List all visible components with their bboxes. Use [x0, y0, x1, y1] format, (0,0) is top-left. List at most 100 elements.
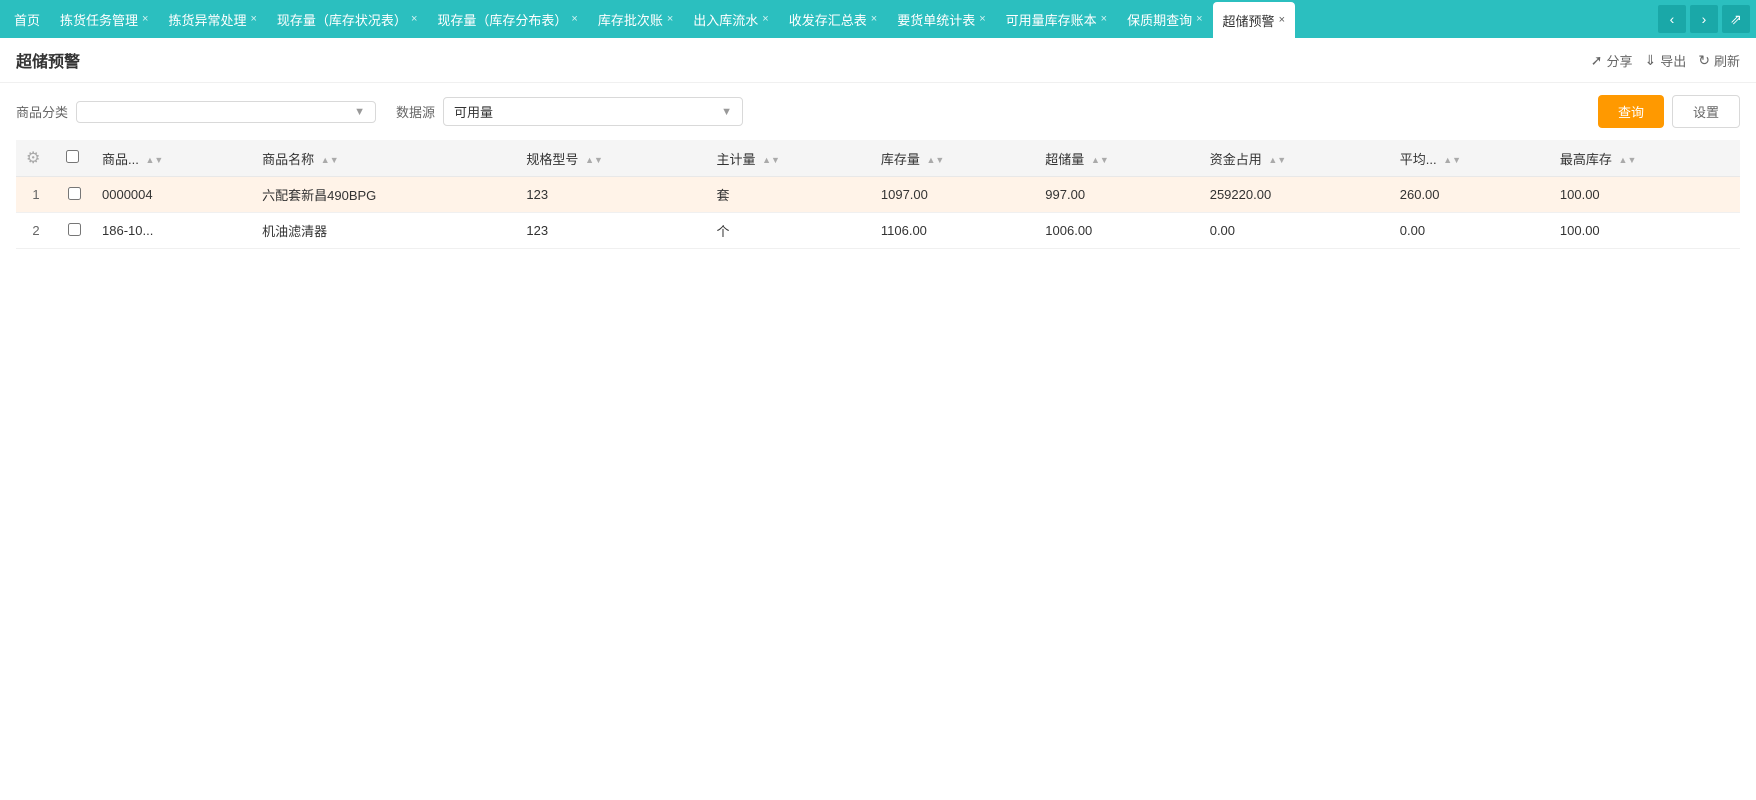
row-checkbox-cell	[56, 177, 92, 213]
share-icon: ➚	[1591, 52, 1603, 69]
row-max-stock: 100.00	[1550, 213, 1740, 249]
col-gear: ⚙	[16, 140, 56, 177]
nav-close-stock-dist[interactable]: ×	[571, 13, 577, 25]
refresh-icon: ↻	[1698, 52, 1710, 69]
nav-close-overstock[interactable]: ×	[1279, 14, 1285, 26]
row-avg: 0.00	[1390, 213, 1550, 249]
col-capital[interactable]: 资金占用 ▲▼	[1200, 140, 1390, 177]
row-product-name: 机油滤清器	[252, 213, 516, 249]
nav-close-stock-status[interactable]: ×	[411, 13, 417, 25]
nav-item-available[interactable]: 可用量库存账本 ×	[996, 0, 1117, 38]
sort-icon-avg: ▲▼	[1443, 156, 1461, 165]
main-table: ⚙ 商品... ▲▼ 商品名称 ▲▼ 规格型号 ▲▼ 主计	[16, 140, 1740, 249]
col-stock[interactable]: 库存量 ▲▼	[871, 140, 1035, 177]
row-product-code: 0000004	[92, 177, 252, 213]
sort-icon-spec: ▲▼	[585, 156, 603, 165]
category-select[interactable]: ▼	[76, 101, 376, 123]
datasource-label: 数据源	[396, 102, 435, 121]
col-product-name[interactable]: 商品名称 ▲▼	[252, 140, 516, 177]
top-nav: 首页 拣货任务管理 × 拣货异常处理 × 现存量（库存状况表） × 现存量（库存…	[0, 0, 1756, 38]
nav-close-order-stat[interactable]: ×	[979, 13, 985, 25]
nav-item-stock-dist[interactable]: 现存量（库存分布表） ×	[427, 0, 587, 38]
sort-icon-max-stock: ▲▼	[1619, 156, 1637, 165]
sort-icon-product-code: ▲▼	[145, 156, 163, 165]
sort-icon-unit: ▲▼	[762, 156, 780, 165]
col-checkbox	[56, 140, 92, 177]
row-stock: 1106.00	[871, 213, 1035, 249]
filter-bar: 商品分类 ▼ 数据源 可用量 ▼ 查询 设置	[0, 83, 1756, 140]
row-spec: 123	[516, 177, 706, 213]
query-button[interactable]: 查询	[1598, 95, 1664, 128]
row-max-stock: 100.00	[1550, 177, 1740, 213]
nav-item-batch[interactable]: 库存批次账 ×	[588, 0, 683, 38]
page-title: 超储预警	[16, 48, 80, 72]
row-checkbox[interactable]	[68, 187, 81, 200]
nav-arrows: ‹ › ⇗	[1656, 5, 1752, 33]
row-capital: 259220.00	[1200, 177, 1390, 213]
nav-close-batch[interactable]: ×	[667, 13, 673, 25]
row-capital: 0.00	[1200, 213, 1390, 249]
table-container: ⚙ 商品... ▲▼ 商品名称 ▲▼ 规格型号 ▲▼ 主计	[0, 140, 1756, 249]
nav-close-available[interactable]: ×	[1101, 13, 1107, 25]
nav-close-inout[interactable]: ×	[762, 13, 768, 25]
nav-item-overstock[interactable]: 超储预警 ×	[1213, 2, 1295, 38]
table-row[interactable]: 1 0000004 六配套新昌490BPG 123 套 1097.00 997.…	[16, 177, 1740, 213]
export-action[interactable]: ⇓ 导出	[1645, 51, 1687, 70]
col-spec[interactable]: 规格型号 ▲▼	[516, 140, 706, 177]
col-product-code[interactable]: 商品... ▲▼	[92, 140, 252, 177]
category-chevron-icon: ▼	[354, 106, 365, 118]
page-actions: ➚ 分享 ⇓ 导出 ↻ 刷新	[1591, 51, 1740, 70]
nav-close-pick-task[interactable]: ×	[142, 13, 148, 25]
nav-item-stock-status[interactable]: 现存量（库存状况表） ×	[267, 0, 427, 38]
sort-icon-capital: ▲▼	[1268, 156, 1286, 165]
nav-item-pick-task[interactable]: 拣货任务管理 ×	[50, 0, 158, 38]
row-checkbox-cell	[56, 213, 92, 249]
nav-item-order-stat[interactable]: 要货单统计表 ×	[887, 0, 995, 38]
category-filter: 商品分类 ▼	[16, 101, 376, 123]
row-avg: 260.00	[1390, 177, 1550, 213]
nav-close-pick-exception[interactable]: ×	[250, 13, 256, 25]
table-header: ⚙ 商品... ▲▼ 商品名称 ▲▼ 规格型号 ▲▼ 主计	[16, 140, 1740, 177]
share-action[interactable]: ➚ 分享	[1591, 51, 1633, 70]
nav-item-quality[interactable]: 保质期查询 ×	[1117, 0, 1212, 38]
col-overstock[interactable]: 超储量 ▲▼	[1035, 140, 1199, 177]
sort-icon-overstock: ▲▼	[1091, 156, 1109, 165]
row-stock: 1097.00	[871, 177, 1035, 213]
category-label: 商品分类	[16, 102, 68, 121]
datasource-filter: 数据源 可用量 ▼	[396, 97, 743, 126]
settings-button[interactable]: 设置	[1672, 95, 1740, 128]
table-row[interactable]: 2 186-10... 机油滤清器 123 个 1106.00 1006.00 …	[16, 213, 1740, 249]
nav-close-quality[interactable]: ×	[1196, 13, 1202, 25]
row-spec: 123	[516, 213, 706, 249]
page-header: 超储预警 ➚ 分享 ⇓ 导出 ↻ 刷新	[0, 38, 1756, 83]
row-checkbox[interactable]	[68, 223, 81, 236]
nav-arrow-right[interactable]: ›	[1690, 5, 1718, 33]
nav-item-home[interactable]: 首页	[4, 0, 50, 38]
table-body: 1 0000004 六配套新昌490BPG 123 套 1097.00 997.…	[16, 177, 1740, 249]
export-icon: ⇓	[1645, 52, 1657, 69]
datasource-chevron-icon: ▼	[721, 106, 732, 118]
row-num: 2	[16, 213, 56, 249]
nav-item-pick-exception[interactable]: 拣货异常处理 ×	[158, 0, 266, 38]
row-overstock: 997.00	[1035, 177, 1199, 213]
col-unit[interactable]: 主计量 ▲▼	[706, 140, 870, 177]
datasource-select[interactable]: 可用量 ▼	[443, 97, 743, 126]
table-gear-icon[interactable]: ⚙	[26, 150, 40, 167]
nav-close-summary[interactable]: ×	[871, 13, 877, 25]
select-all-checkbox[interactable]	[66, 150, 79, 163]
row-unit: 个	[706, 213, 870, 249]
nav-item-summary[interactable]: 收发存汇总表 ×	[779, 0, 887, 38]
filter-actions: 查询 设置	[1598, 95, 1740, 128]
row-product-name: 六配套新昌490BPG	[252, 177, 516, 213]
nav-arrow-left[interactable]: ‹	[1658, 5, 1686, 33]
nav-arrow-expand[interactable]: ⇗	[1722, 5, 1750, 33]
col-max-stock[interactable]: 最高库存 ▲▼	[1550, 140, 1740, 177]
nav-item-inout[interactable]: 出入库流水 ×	[683, 0, 778, 38]
sort-icon-stock: ▲▼	[927, 156, 945, 165]
row-unit: 套	[706, 177, 870, 213]
col-avg[interactable]: 平均... ▲▼	[1390, 140, 1550, 177]
datasource-value: 可用量	[454, 102, 493, 121]
row-overstock: 1006.00	[1035, 213, 1199, 249]
refresh-action[interactable]: ↻ 刷新	[1698, 51, 1740, 70]
row-product-code: 186-10...	[92, 213, 252, 249]
